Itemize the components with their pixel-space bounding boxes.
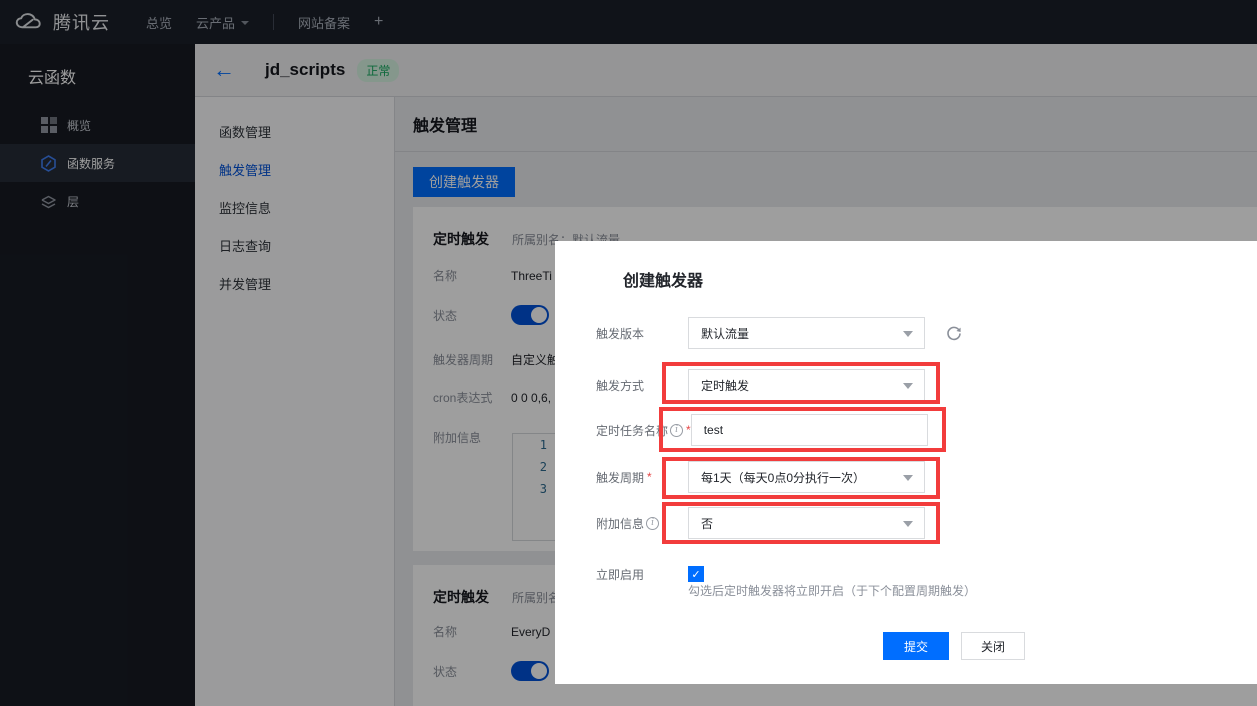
submit-button[interactable]: 提交 — [883, 632, 949, 660]
field-label-trigger-version: 触发版本 — [596, 325, 688, 342]
caret-down-icon — [903, 521, 913, 527]
trigger-cycle-select[interactable]: 每1天（每天0点0分执行一次） — [688, 461, 925, 493]
enable-note: 勾选后定时触发器将立即开启（于下个配置周期触发） — [688, 582, 976, 599]
extra-info-select[interactable]: 否 — [688, 507, 925, 539]
caret-down-icon — [903, 383, 913, 389]
required-asterisk: * — [647, 470, 652, 484]
close-button[interactable]: 关闭 — [961, 632, 1025, 660]
trigger-method-select[interactable]: 定时触发 — [688, 369, 925, 401]
trigger-version-select[interactable]: 默认流量 — [688, 317, 925, 349]
caret-down-icon — [903, 475, 913, 481]
task-name-field — [691, 414, 928, 446]
field-label-enable-now: 立即启用 — [596, 566, 688, 583]
field-label-trigger-method: 触发方式 — [596, 377, 688, 394]
tencent-cloud-console: 腾讯云 总览 云产品 网站备案 + 云函数 概览 — [0, 0, 1257, 706]
create-trigger-modal: 创建触发器 触发版本 默认流量 触发方式 定时触发 — [555, 241, 1257, 684]
field-label-task-name: 定时任务名称 i * — [596, 422, 691, 439]
field-label-extra-info: 附加信息 i — [596, 515, 688, 532]
enable-checkbox-checked[interactable] — [688, 566, 704, 582]
info-icon[interactable]: i — [646, 517, 659, 530]
task-name-input[interactable] — [704, 423, 904, 437]
modal-title: 创建触发器 — [623, 267, 703, 291]
refresh-icon[interactable] — [945, 324, 963, 342]
field-label-trigger-cycle: 触发周期 * — [596, 469, 688, 486]
caret-down-icon — [903, 331, 913, 337]
info-icon[interactable]: i — [670, 424, 683, 437]
